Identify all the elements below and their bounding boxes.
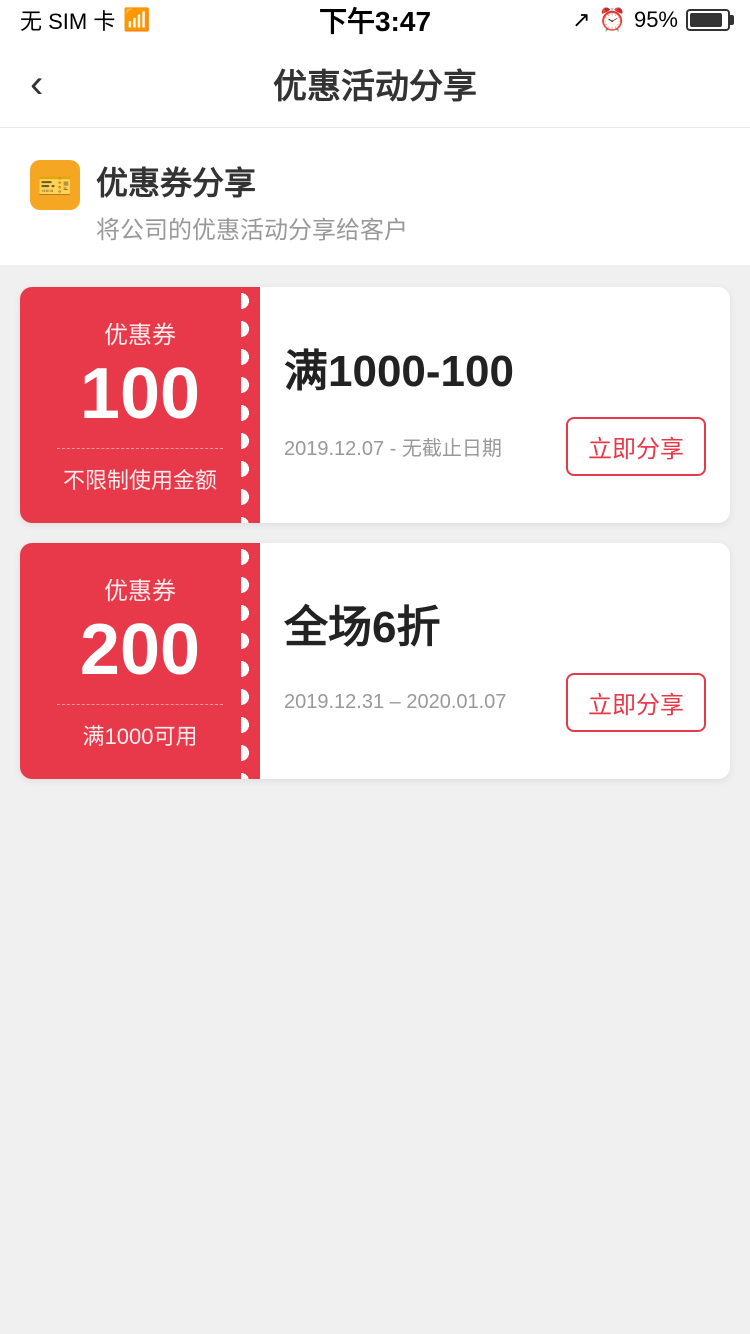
- section-title: 优惠券分享: [96, 158, 408, 204]
- coupon-type-2: 优惠券: [104, 571, 176, 606]
- coupon-title-2: 全场6折: [284, 591, 706, 655]
- coupon-card-1: 优惠券 100 不限制使用金额 满1000-100 2019.12.07 - 无…: [20, 287, 730, 523]
- coupon-condition-1: 不限制使用金额: [63, 463, 217, 495]
- coupon-card-2: 优惠券 200 满1000可用 全场6折 2019.12.31 – 2020.0…: [20, 543, 730, 779]
- coupon-condition-2: 满1000可用: [83, 719, 198, 751]
- coupon-left-2: 优惠券 200 满1000可用: [20, 543, 260, 779]
- battery-icon: [686, 9, 730, 31]
- status-right: ↗ ⏰ 95%: [572, 7, 730, 33]
- section-desc: 将公司的优惠活动分享给客户: [96, 210, 408, 245]
- wifi-icon: 📶: [123, 7, 150, 33]
- section-icon: 🎫: [30, 160, 80, 210]
- status-bar: 无 SIM 卡 📶 下午3:47 ↗ ⏰ 95%: [0, 0, 750, 40]
- coupon-meta-1: 2019.12.07 - 无截止日期 立即分享: [284, 417, 706, 476]
- coupon-left-1: 优惠券 100 不限制使用金额: [20, 287, 260, 523]
- alarm-icon: ⏰: [599, 7, 626, 33]
- coupon-list: 优惠券 100 不限制使用金额 满1000-100 2019.12.07 - 无…: [0, 267, 750, 799]
- coupon-date-1: 2019.12.07 - 无截止日期: [284, 432, 556, 461]
- share-button-1[interactable]: 立即分享: [566, 417, 706, 476]
- coupon-type-1: 优惠券: [104, 315, 176, 350]
- section-text-group: 优惠券分享 将公司的优惠活动分享给客户: [96, 158, 408, 245]
- nav-bar: ‹ 优惠活动分享: [0, 40, 750, 128]
- coupon-right-1: 满1000-100 2019.12.07 - 无截止日期 立即分享: [260, 287, 730, 523]
- back-button[interactable]: ‹: [30, 64, 43, 104]
- section-header: 🎫 优惠券分享 将公司的优惠活动分享给客户: [0, 128, 750, 265]
- coupon-date-2: 2019.12.31 – 2020.01.07: [284, 691, 556, 714]
- sim-label: 无 SIM 卡: [20, 4, 115, 36]
- coupon-amount-2: 200: [80, 614, 200, 686]
- empty-area: [0, 799, 750, 1299]
- share-button-2[interactable]: 立即分享: [566, 673, 706, 732]
- location-icon: ↗: [572, 7, 590, 33]
- coupon-meta-2: 2019.12.31 – 2020.01.07 立即分享: [284, 673, 706, 732]
- status-time: 下午3:47: [319, 0, 431, 40]
- status-left: 无 SIM 卡 📶: [20, 4, 151, 36]
- battery-percent: 95%: [634, 7, 678, 33]
- page-title: 优惠活动分享: [273, 59, 477, 108]
- coupon-right-2: 全场6折 2019.12.31 – 2020.01.07 立即分享: [260, 543, 730, 779]
- coupon-amount-1: 100: [80, 358, 200, 430]
- coupon-title-1: 满1000-100: [284, 335, 706, 399]
